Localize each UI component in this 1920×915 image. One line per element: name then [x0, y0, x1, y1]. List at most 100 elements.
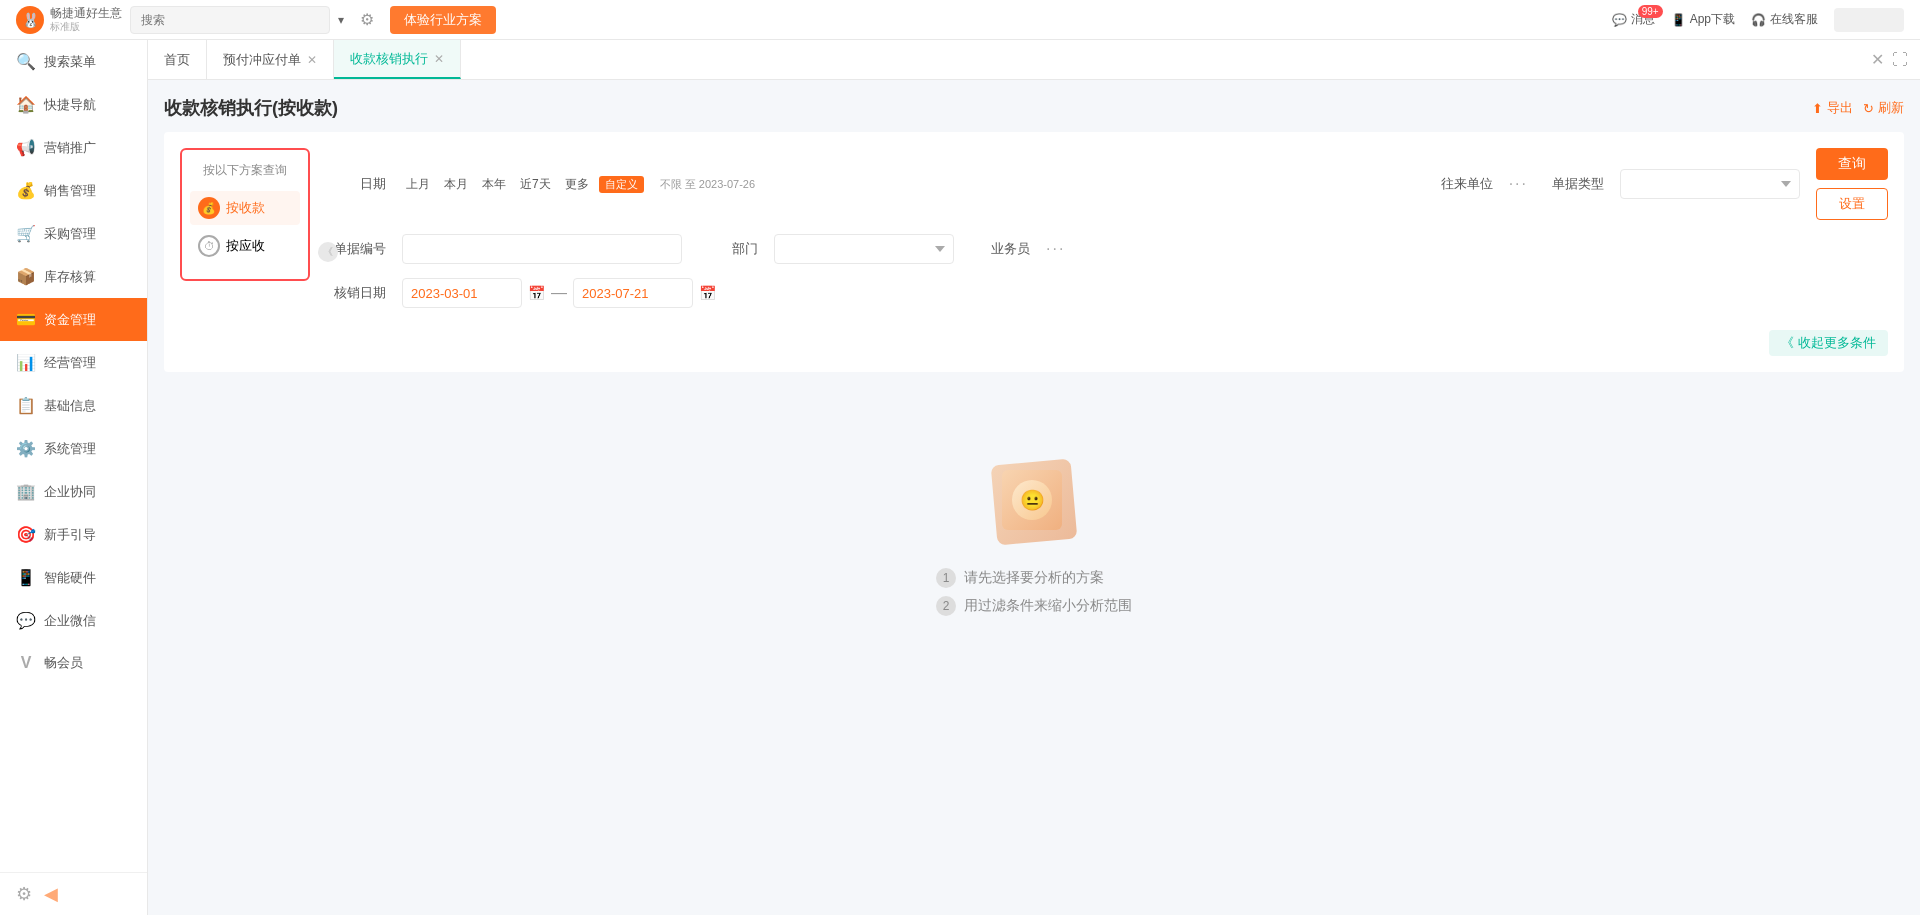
message-badge: 99+ [1638, 5, 1663, 18]
page-actions: ⬆ 导出 ↻ 刷新 [1812, 99, 1904, 117]
filter-form: 日期 上月 本月 本年 近7天 更多 自定义 不限 至 2023-07-26 [326, 148, 1888, 356]
settings-button[interactable]: 设置 [1816, 188, 1888, 220]
sidebar-item-marketing[interactable]: 📢 营销推广 [0, 126, 147, 169]
export-button[interactable]: ⬆ 导出 [1812, 99, 1853, 117]
sidebar-item-label: 搜索菜单 [44, 53, 96, 71]
sidebar-item-label: 销售管理 [44, 182, 96, 200]
date-shortcut-this-month[interactable]: 本月 [440, 174, 472, 195]
query-button[interactable]: 查询 [1816, 148, 1888, 180]
wechat-icon: 💬 [16, 611, 36, 630]
collapse-more-button[interactable]: 《 收起更多条件 [1769, 330, 1888, 356]
operation-icon: 📊 [16, 353, 36, 372]
empty-tips: 1 请先选择要分析的方案 2 用过滤条件来缩小分析范围 [936, 568, 1132, 616]
date-shortcuts: 上月 本月 本年 近7天 更多 自定义 [402, 174, 644, 195]
collapse-sidebar-button[interactable]: ◀ [44, 883, 58, 905]
sidebar-item-basic[interactable]: 📋 基础信息 [0, 384, 147, 427]
export-icon: ⬆ [1812, 101, 1823, 116]
filter-sidebar: 按以下方案查询 💰 按收款 ⏱ 按应收 [180, 148, 310, 281]
sidebar-item-sales[interactable]: 💰 销售管理 [0, 169, 147, 212]
maximize-window-button[interactable]: ⛶ [1892, 51, 1908, 69]
dropdown-arrow[interactable]: ▾ [338, 13, 344, 27]
user-avatar[interactable] [1834, 8, 1904, 32]
online-service-button[interactable]: 🎧 在线客服 [1751, 11, 1818, 28]
filter-option-by-receivable[interactable]: ⏱ 按应收 [190, 229, 300, 263]
sidebar-item-label: 资金管理 [44, 311, 96, 329]
refresh-button[interactable]: ↻ 刷新 [1863, 99, 1904, 117]
home-icon: 🏠 [16, 95, 36, 114]
sidebar-item-label: 营销推广 [44, 139, 96, 157]
sidebar-item-member[interactable]: V 畅会员 [0, 642, 147, 684]
sidebar-item-label: 企业协同 [44, 483, 96, 501]
sidebar: 🔍 搜索菜单 🏠 快捷导航 📢 营销推广 💰 销售管理 🛒 采购管理 📦 [0, 40, 148, 915]
industry-button[interactable]: 体验行业方案 [390, 6, 496, 34]
sidebar-item-finance[interactable]: 💳 资金管理 [0, 298, 147, 341]
sidebar-item-guide[interactable]: 🎯 新手引导 [0, 513, 147, 556]
receivable-option-icon: ⏱ [198, 235, 220, 257]
logo-icon: 🐰 [16, 6, 44, 34]
enterprise-icon: 🏢 [16, 482, 36, 501]
calendar-end-icon[interactable]: 📅 [699, 285, 716, 301]
date-range-dash: — [551, 284, 567, 302]
search-input[interactable] [130, 6, 330, 34]
settings-icon[interactable]: ⚙ [16, 883, 32, 905]
top-bar-left: 🐰 畅捷通好生意 标准版 ▾ ⚙ 体验行业方案 [16, 6, 1612, 34]
tab-collection[interactable]: 收款核销执行 ✕ [334, 40, 461, 79]
sidebar-item-label: 智能硬件 [44, 569, 96, 587]
sidebar-item-system[interactable]: ⚙️ 系统管理 [0, 427, 147, 470]
date-no-limit: 不限 至 2023-07-26 [660, 177, 1417, 192]
bill-no-input[interactable] [402, 234, 682, 264]
filter-option-by-collection[interactable]: 💰 按收款 [190, 191, 300, 225]
sidebar-item-inventory[interactable]: 📦 库存核算 [0, 255, 147, 298]
window-buttons: ✕ ⛶ [1859, 50, 1920, 69]
message-button[interactable]: 💬 消息 99+ [1612, 11, 1655, 28]
counterparty-input[interactable]: ··· [1509, 175, 1528, 193]
date-shortcut-last-month[interactable]: 上月 [402, 174, 434, 195]
tab-prepay[interactable]: 预付冲应付单 ✕ [207, 40, 334, 79]
sidebar-bottom: ⚙ ◀ [0, 872, 147, 915]
filter-sidebar-title: 按以下方案查询 [190, 162, 300, 179]
basic-icon: 📋 [16, 396, 36, 415]
verify-date-end[interactable] [573, 278, 693, 308]
salesperson-input[interactable]: ··· [1046, 240, 1065, 258]
date-label: 日期 [326, 175, 386, 193]
salesperson-label: 业务员 [970, 240, 1030, 258]
filter-sidebar-collapse-button[interactable]: 《 [318, 242, 338, 262]
dept-label: 部门 [698, 240, 758, 258]
sidebar-item-hardware[interactable]: 📱 智能硬件 [0, 556, 147, 599]
sidebar-item-enterprise[interactable]: 🏢 企业协同 [0, 470, 147, 513]
verify-date-range: 📅 — 📅 [402, 278, 716, 308]
close-window-button[interactable]: ✕ [1871, 50, 1884, 69]
filter-panel: 按以下方案查询 💰 按收款 ⏱ 按应收 《 [164, 132, 1904, 372]
verify-date-start[interactable] [402, 278, 522, 308]
filter-row-1: 日期 上月 本月 本年 近7天 更多 自定义 不限 至 2023-07-26 [326, 148, 1888, 220]
bill-type-select[interactable] [1620, 169, 1800, 199]
sales-icon: 💰 [16, 181, 36, 200]
sidebar-item-label: 系统管理 [44, 440, 96, 458]
chevron-up-icon: 《 [1781, 334, 1794, 352]
sidebar-item-label: 采购管理 [44, 225, 96, 243]
dept-select[interactable] [774, 234, 954, 264]
tab-close-prepay[interactable]: ✕ [307, 53, 317, 67]
logo: 🐰 畅捷通好生意 标准版 [16, 6, 122, 34]
sidebar-item-purchase[interactable]: 🛒 采购管理 [0, 212, 147, 255]
date-custom-badge[interactable]: 自定义 [599, 176, 644, 193]
content-area: 首页 预付冲应付单 ✕ 收款核销执行 ✕ ✕ ⛶ 收款核销执行(按收款) [148, 40, 1920, 915]
empty-tip-1: 1 请先选择要分析的方案 [936, 568, 1132, 588]
date-shortcut-7days[interactable]: 近7天 [516, 174, 555, 195]
tab-home[interactable]: 首页 [148, 40, 207, 79]
calendar-start-icon[interactable]: 📅 [528, 285, 545, 301]
refresh-icon: ↻ [1863, 101, 1874, 116]
date-shortcut-this-year[interactable]: 本年 [478, 174, 510, 195]
hardware-icon: 📱 [16, 568, 36, 587]
date-shortcut-more[interactable]: 更多 [561, 174, 593, 195]
empty-illustration: 😐 [984, 452, 1084, 552]
sidebar-item-shortcut[interactable]: 🏠 快捷导航 [0, 83, 147, 126]
sidebar-item-wechat[interactable]: 💬 企业微信 [0, 599, 147, 642]
sidebar-item-label: 畅会员 [44, 654, 83, 672]
app-download-button[interactable]: 📱 App下载 [1671, 11, 1735, 28]
sidebar-item-search[interactable]: 🔍 搜索菜单 [0, 40, 147, 83]
tab-close-collection[interactable]: ✕ [434, 52, 444, 66]
sidebar-item-operation[interactable]: 📊 经营管理 [0, 341, 147, 384]
gear-icon[interactable]: ⚙ [360, 10, 374, 29]
member-icon: V [16, 654, 36, 672]
